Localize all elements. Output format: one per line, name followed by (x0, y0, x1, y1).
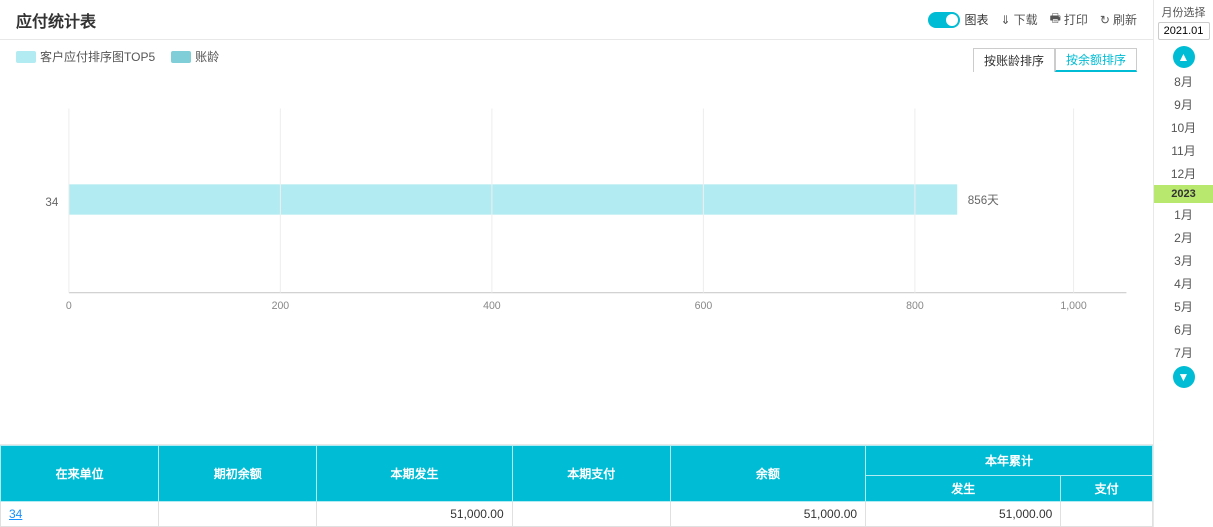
refresh-button[interactable]: ↻ 刷新 (1100, 11, 1137, 28)
month-item-dec[interactable]: 12月 (1154, 162, 1213, 185)
year-input[interactable] (1158, 22, 1210, 40)
chart-label: 图表 (964, 11, 988, 28)
col-ytd-payment: 支付 (1061, 476, 1153, 502)
legend-vendor-color (16, 51, 36, 63)
month-item-mar[interactable]: 3月 (1154, 249, 1213, 272)
legend-account-label: 账龄 (195, 48, 219, 65)
table-header: 在来单位 期初余额 本期发生 本期支付 余额 本年累计 (1, 446, 1153, 476)
vendor-link[interactable]: 34 (9, 507, 22, 521)
cell-balance: 51,000.00 (670, 502, 865, 527)
cell-current-occurrence: 51,000.00 (317, 502, 512, 527)
refresh-icon: ↻ (1100, 13, 1110, 27)
svg-text:400: 400 (483, 300, 501, 312)
month-item-nov[interactable]: 11月 (1154, 139, 1213, 162)
month-item-oct[interactable]: 10月 (1154, 116, 1213, 139)
cell-vendor: 34 (1, 502, 159, 527)
svg-text:200: 200 (272, 300, 290, 312)
cell-ytd-occurrence: 51,000.00 (866, 502, 1061, 527)
svg-text:34: 34 (45, 196, 58, 209)
col-vendor: 在来单位 (1, 446, 159, 502)
print-icon: 🖶 (1050, 9, 1061, 30)
month-item-aug[interactable]: 8月 (1154, 70, 1213, 93)
svg-text:1,000: 1,000 (1060, 300, 1086, 312)
month-sidebar: 月份选择 ▲ 8月 9月 10月 11月 12月 2023 1月 2月 3月 4… (1153, 0, 1213, 527)
cell-ytd-payment (1061, 502, 1153, 527)
data-table: 在来单位 期初余额 本期发生 本期支付 余额 本年累计 发生 支付 34 (0, 445, 1153, 527)
chart-svg: 34 856天 0 200 400 600 800 1,000 (16, 76, 1137, 336)
cell-opening-balance (159, 502, 317, 527)
chart-controls: 按账龄排序 按余额排序 (973, 48, 1137, 72)
col-current-payment: 本期支付 (512, 446, 670, 502)
page-title: 应付统计表 (16, 8, 96, 32)
legend-vendor-label: 客户应付排序图TOP5 (40, 48, 155, 65)
download-icon: ⇓ (1001, 13, 1011, 27)
col-opening-balance: 期初余额 (159, 446, 317, 502)
col-balance: 余额 (670, 446, 865, 502)
col-ytd-occurrence: 发生 (866, 476, 1061, 502)
scroll-up-button[interactable]: ▲ (1173, 46, 1195, 68)
download-label: 下载 (1014, 11, 1038, 28)
legend-account-color (171, 51, 191, 63)
sort-by-balance-button[interactable]: 按账龄排序 (973, 48, 1055, 72)
table-area: 在来单位 期初余额 本期发生 本期支付 余额 本年累计 发生 支付 34 (0, 444, 1153, 527)
download-button[interactable]: ⇓ 下载 (1001, 11, 1038, 28)
month-item-jun[interactable]: 6月 (1154, 318, 1213, 341)
col-current-occurrence: 本期发生 (317, 446, 512, 502)
svg-text:600: 600 (695, 300, 713, 312)
month-item-apr[interactable]: 4月 (1154, 272, 1213, 295)
svg-text:800: 800 (906, 300, 924, 312)
print-label: 打印 (1064, 11, 1088, 28)
svg-text:0: 0 (66, 300, 72, 312)
header-actions: 图表 ⇓ 下载 🖶 打印 ↻ 刷新 (928, 9, 1137, 30)
sidebar-title: 月份选择 (1162, 4, 1206, 20)
table-row: 34 51,000.00 51,000.00 51,000.00 (1, 502, 1153, 527)
month-item-feb[interactable]: 2月 (1154, 226, 1213, 249)
scroll-down-button[interactable]: ▼ (1173, 366, 1195, 388)
chart-area: 客户应付排序图TOP5 账龄 按账龄排序 按余额排序 34 (0, 40, 1153, 444)
chart-toggle[interactable] (928, 12, 960, 28)
legend-vendor: 客户应付排序图TOP5 (16, 48, 155, 65)
svg-text:856天: 856天 (968, 194, 999, 207)
print-button[interactable]: 🖶 打印 (1050, 9, 1088, 30)
month-item-sep[interactable]: 9月 (1154, 93, 1213, 116)
month-item-may[interactable]: 5月 (1154, 295, 1213, 318)
month-item-jan[interactable]: 1月 (1154, 203, 1213, 226)
sort-by-amount-button[interactable]: 按余额排序 (1055, 48, 1137, 72)
chart-toggle-wrap: 图表 (928, 11, 988, 28)
month-item-jul[interactable]: 7月 (1154, 341, 1213, 364)
year-marker-2023: 2023 (1154, 185, 1213, 203)
col-ytd: 本年累计 (866, 446, 1153, 476)
refresh-label: 刷新 (1113, 11, 1137, 28)
chart-wrapper: 34 856天 0 200 400 600 800 1,000 (16, 76, 1137, 336)
legend-account: 账龄 (171, 48, 219, 65)
chart-legend: 客户应付排序图TOP5 账龄 (16, 48, 219, 65)
cell-current-payment (512, 502, 670, 527)
